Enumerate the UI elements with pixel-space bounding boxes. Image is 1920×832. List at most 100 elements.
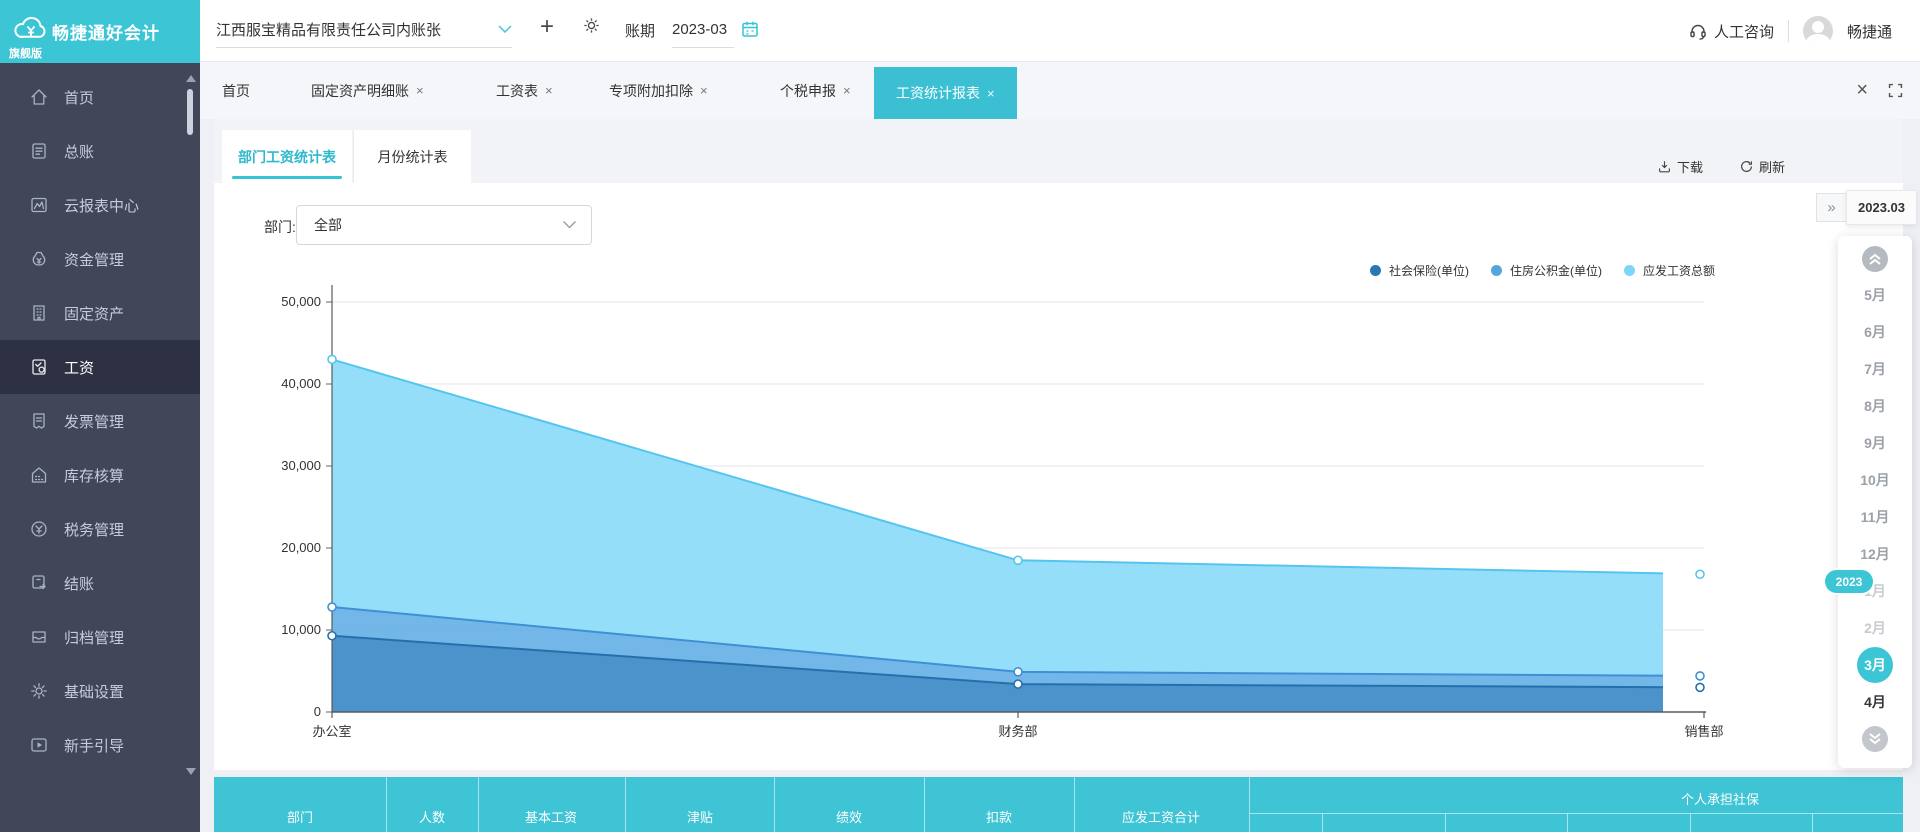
chevron-down-icon	[562, 220, 577, 229]
support-link[interactable]: 人工咨询	[1688, 21, 1774, 42]
close-all-tabs-icon[interactable]: ×	[1856, 77, 1868, 103]
sidebar-item-ledger[interactable]: 总账	[0, 124, 200, 178]
sidebar: 首页总账云报表中心 资金管理固定资产工资发票管理 库存核算税务管理结账归档管理基础设…	[0, 63, 200, 832]
tab-label: 专项附加扣除	[609, 82, 693, 99]
period-label: 账期	[625, 23, 656, 40]
svg-text:财务部: 财务部	[998, 724, 1037, 739]
tab-1[interactable]: 固定资产明细账 ×	[311, 62, 424, 119]
month-item[interactable]: 6月	[1838, 313, 1912, 350]
svg-text:10,000: 10,000	[281, 622, 321, 637]
scroll-months-down-button[interactable]	[1862, 726, 1888, 752]
sidebar-item-label: 工资	[64, 359, 95, 377]
subtab-strip: 部门工资统计表 月份统计表 下载 刷新	[214, 119, 1903, 183]
subcolumn-divider	[1322, 813, 1323, 832]
subtab-department-report[interactable]: 部门工资统计表	[222, 130, 352, 183]
sidebar-item-tax[interactable]: 税务管理	[0, 502, 200, 556]
close-tab-icon[interactable]: ×	[700, 83, 708, 98]
tab-label: 个税申报	[780, 82, 836, 99]
download-button[interactable]: 下载	[1657, 157, 1703, 176]
sidebar-item-label: 总账	[64, 143, 95, 161]
tab-4[interactable]: 个税申报 ×	[780, 62, 851, 119]
sidebar-item-label: 结账	[64, 575, 95, 593]
download-icon	[1659, 161, 1670, 173]
column-divider	[386, 777, 387, 832]
sidebar-item-label: 新手引导	[64, 737, 125, 755]
tax-icon	[29, 519, 49, 539]
month-item[interactable]: 12月	[1838, 535, 1912, 572]
top-header: 江西服宝精品有限责任公司内账张 + 账期 2023-03 人工咨询 畅捷通	[0, 0, 1920, 62]
settings-icon	[29, 681, 49, 701]
column-header: 基本工资	[524, 810, 578, 825]
refresh-button[interactable]: 刷新	[1739, 157, 1785, 176]
sidebar-item-archive[interactable]: 归档管理	[0, 610, 200, 664]
svg-text:50,000: 50,000	[281, 294, 321, 309]
month-item[interactable]: 9月	[1838, 424, 1912, 461]
sidebar-item-funds[interactable]: 资金管理	[0, 232, 200, 286]
refresh-icon	[1741, 161, 1752, 172]
app-logo: 畅捷通好会计 旗舰版	[0, 0, 200, 63]
company-name: 江西服宝精品有限责任公司内账张	[216, 22, 442, 39]
sidebar-scrollbar-thumb[interactable]	[187, 89, 193, 135]
app-window: 江西服宝精品有限责任公司内账张 + 账期 2023-03 人工咨询 畅捷通 畅捷…	[0, 0, 1920, 832]
sidebar-item-settings[interactable]: 基础设置	[0, 664, 200, 718]
calendar-icon[interactable]	[740, 19, 760, 39]
tab-home[interactable]: 首页	[222, 62, 250, 119]
sidebar-item-cloud-report[interactable]: 云报表中心	[0, 178, 200, 232]
tab-2[interactable]: 工资表 ×	[496, 62, 553, 119]
month-item[interactable]: 8月	[1838, 387, 1912, 424]
close-tab-icon[interactable]: ×	[416, 83, 424, 98]
department-select[interactable]: 全部	[296, 205, 592, 245]
fullscreen-icon[interactable]	[1887, 82, 1904, 99]
sidebar-item-label: 首页	[64, 89, 95, 107]
sidebar-item-salary[interactable]: 工资	[0, 340, 200, 394]
month-item[interactable]: 7月	[1838, 350, 1912, 387]
period-value[interactable]: 2023-03	[672, 12, 734, 48]
column-divider	[924, 777, 925, 832]
svg-text:40,000: 40,000	[281, 376, 321, 391]
month-item[interactable]: 2月	[1838, 609, 1912, 646]
scroll-months-up-button[interactable]	[1862, 246, 1888, 272]
headset-icon	[1690, 24, 1706, 40]
username[interactable]: 畅捷通	[1847, 21, 1892, 42]
tab-5[interactable]: 工资统计报表 ×	[874, 67, 1017, 119]
month-picker-panel: 5月 6月 7月 8月 9月 10月 11月 12月 1月 2月 3月 4月 2023	[1825, 236, 1912, 768]
svg-text:办公室: 办公室	[312, 724, 351, 739]
sidebar-item-label: 税务管理	[64, 521, 125, 539]
sidebar-scroll-down-icon[interactable]	[186, 768, 196, 775]
close-tab-icon[interactable]: ×	[545, 83, 553, 98]
tab-3[interactable]: 专项附加扣除 ×	[609, 62, 708, 119]
sidebar-item-home[interactable]: 首页	[0, 70, 200, 124]
year-badge: 2023	[1825, 570, 1873, 593]
sidebar-item-invoice[interactable]: 发票管理	[0, 394, 200, 448]
column-header: 人数	[418, 810, 446, 825]
month-item[interactable]: 5月	[1838, 276, 1912, 313]
cloud-logo-icon	[13, 13, 49, 43]
add-account-button[interactable]: +	[540, 13, 554, 41]
close-tab-icon[interactable]: ×	[843, 83, 851, 98]
subtab-month-report[interactable]: 月份统计表	[353, 130, 471, 183]
chevron-down-icon	[498, 25, 512, 34]
column-header: 应发工资合计	[1121, 810, 1201, 825]
month-item[interactable]: 10月	[1838, 461, 1912, 498]
sidebar-item-inventory[interactable]: 库存核算	[0, 448, 200, 502]
sidebar-item-label: 基础设置	[64, 683, 125, 701]
sidebar-item-closing[interactable]: 结账	[0, 556, 200, 610]
filter-label: 部门:	[264, 219, 296, 235]
month-item-active[interactable]: 3月	[1838, 646, 1912, 683]
collapse-month-panel-button[interactable]: »	[1816, 193, 1846, 222]
active-subtab-underline	[232, 176, 342, 179]
sidebar-item-assets[interactable]: 固定资产	[0, 286, 200, 340]
salary-area-chart: 0 10,000 20,000 30,000 40,000 50,000 办公室 财务部 销售部	[214, 250, 1834, 770]
sidebar-item-label: 固定资产	[64, 305, 125, 323]
column-header: 部门	[286, 810, 314, 825]
avatar[interactable]	[1802, 16, 1833, 46]
subtab-label: 月份统计表	[377, 148, 448, 165]
guide-icon	[29, 735, 49, 755]
company-selector[interactable]: 江西服宝精品有限责任公司内账张	[216, 12, 512, 48]
sidebar-scroll-up-icon[interactable]	[186, 75, 196, 82]
month-item[interactable]: 4月	[1838, 683, 1912, 720]
month-item[interactable]: 11月	[1838, 498, 1912, 535]
sidebar-item-guide[interactable]: 新手引导	[0, 718, 200, 772]
gear-icon[interactable]	[582, 16, 601, 35]
close-tab-icon[interactable]: ×	[987, 86, 995, 101]
